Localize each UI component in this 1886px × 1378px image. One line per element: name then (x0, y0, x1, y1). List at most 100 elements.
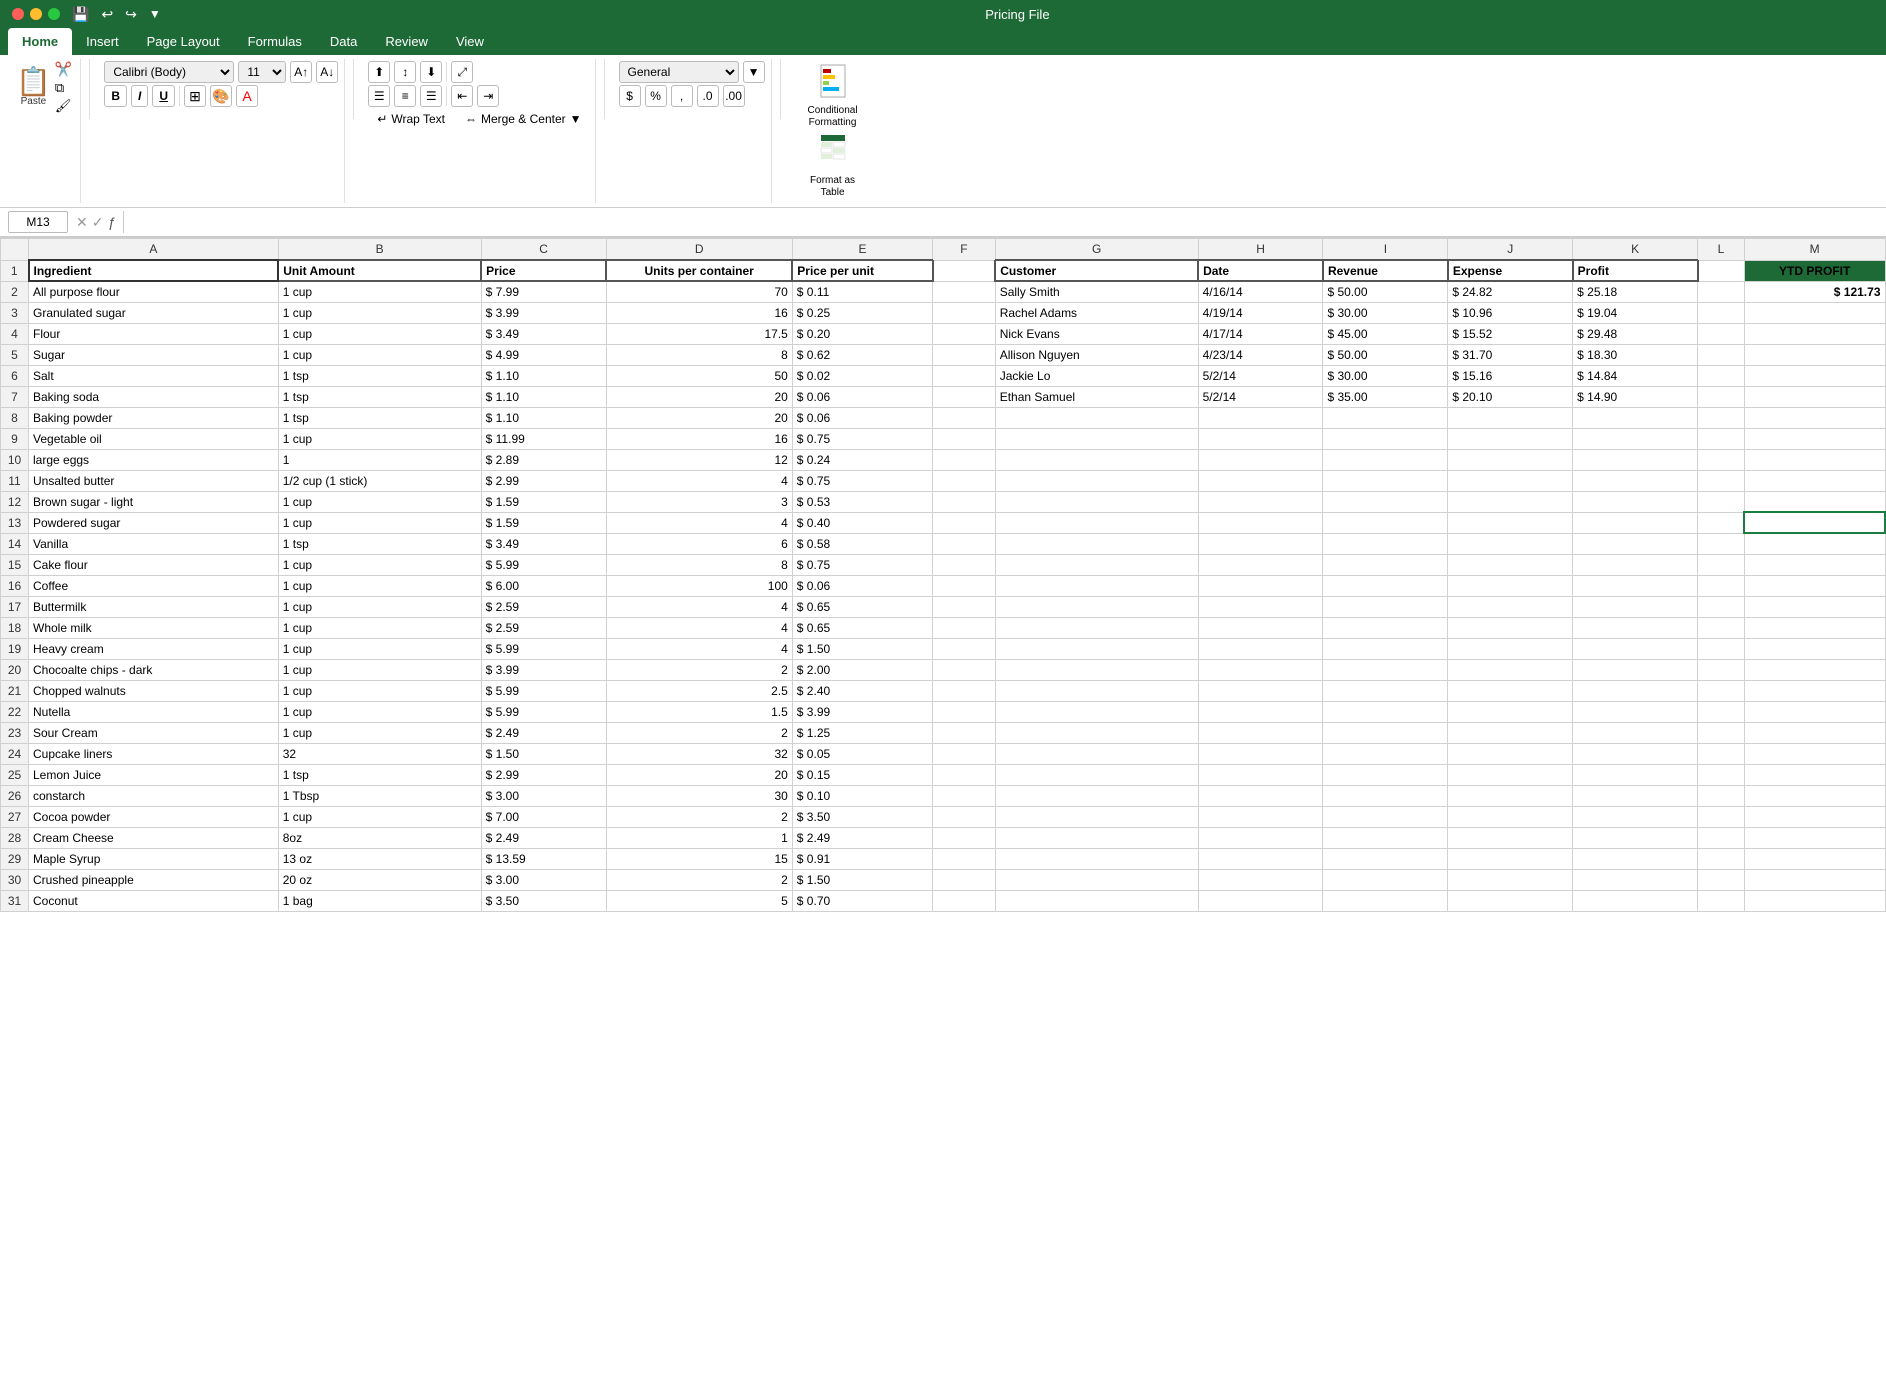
col-header-L[interactable]: L (1698, 239, 1745, 261)
cell-K30[interactable] (1573, 869, 1698, 890)
cell-F15[interactable] (933, 554, 995, 575)
cell-L13[interactable] (1698, 512, 1745, 533)
cell-I26[interactable] (1323, 785, 1448, 806)
cell-G28[interactable] (995, 827, 1198, 848)
cell-L3[interactable] (1698, 302, 1745, 323)
cell-B7[interactable]: 1 tsp (278, 386, 481, 407)
cell-J12[interactable] (1448, 491, 1573, 512)
cell-L24[interactable] (1698, 743, 1745, 764)
cell-I11[interactable] (1323, 470, 1448, 491)
cell-J19[interactable] (1448, 638, 1573, 659)
cell-B5[interactable]: 1 cup (278, 344, 481, 365)
format-as-table-inner[interactable]: Format as Table (797, 131, 869, 201)
cell-I29[interactable] (1323, 848, 1448, 869)
cell-C24[interactable]: $ 1.50 (481, 743, 606, 764)
cell-M10[interactable] (1744, 449, 1885, 470)
cell-J30[interactable] (1448, 869, 1573, 890)
cell-C17[interactable]: $ 2.59 (481, 596, 606, 617)
cell-D20[interactable]: 2 (606, 659, 792, 680)
col-header-E[interactable]: E (792, 239, 932, 261)
cell-J16[interactable] (1448, 575, 1573, 596)
cell-L25[interactable] (1698, 764, 1745, 785)
cell-J24[interactable] (1448, 743, 1573, 764)
cell-H5[interactable]: 4/23/14 (1198, 344, 1323, 365)
cell-D26[interactable]: 30 (606, 785, 792, 806)
cell-M21[interactable] (1744, 680, 1885, 701)
cell-I15[interactable] (1323, 554, 1448, 575)
cell-D8[interactable]: 20 (606, 407, 792, 428)
cell-B22[interactable]: 1 cup (278, 701, 481, 722)
cell-K9[interactable] (1573, 428, 1698, 449)
cell-L20[interactable] (1698, 659, 1745, 680)
cell-B23[interactable]: 1 cup (278, 722, 481, 743)
cell-A10[interactable]: large eggs (29, 449, 279, 470)
minimize-button[interactable] (30, 8, 42, 20)
cell-C6[interactable]: $ 1.10 (481, 365, 606, 386)
cell-F3[interactable] (933, 302, 995, 323)
cell-M30[interactable] (1744, 869, 1885, 890)
cell-J14[interactable] (1448, 533, 1573, 554)
cell-G2[interactable]: Sally Smith (995, 281, 1198, 302)
cell-D24[interactable]: 32 (606, 743, 792, 764)
cell-F4[interactable] (933, 323, 995, 344)
cell-B14[interactable]: 1 tsp (278, 533, 481, 554)
cell-F8[interactable] (933, 407, 995, 428)
cell-B9[interactable]: 1 cup (278, 428, 481, 449)
close-button[interactable] (12, 8, 24, 20)
cell-K12[interactable] (1573, 491, 1698, 512)
cell-F19[interactable] (933, 638, 995, 659)
cell-B4[interactable]: 1 cup (278, 323, 481, 344)
cell-I14[interactable] (1323, 533, 1448, 554)
cell-A6[interactable]: Salt (29, 365, 279, 386)
traffic-lights[interactable] (12, 8, 60, 20)
cell-L21[interactable] (1698, 680, 1745, 701)
cell-G22[interactable] (995, 701, 1198, 722)
cell-M19[interactable] (1744, 638, 1885, 659)
cell-D31[interactable]: 5 (606, 890, 792, 911)
tab-view[interactable]: View (442, 28, 498, 55)
decrease-font-button[interactable]: A↓ (316, 61, 338, 83)
cell-K31[interactable] (1573, 890, 1698, 911)
number-format-select[interactable]: General (619, 61, 739, 83)
cell-F12[interactable] (933, 491, 995, 512)
col-header-B[interactable]: B (278, 239, 481, 261)
cell-E10[interactable]: $ 0.24 (792, 449, 932, 470)
cell-C15[interactable]: $ 5.99 (481, 554, 606, 575)
cell-L26[interactable] (1698, 785, 1745, 806)
toolbar-icon-undo[interactable]: ↩ (101, 6, 113, 23)
cell-A30[interactable]: Crushed pineapple (29, 869, 279, 890)
cut-button[interactable]: ✂️ (55, 61, 72, 78)
cell-C10[interactable]: $ 2.89 (481, 449, 606, 470)
cell-B6[interactable]: 1 tsp (278, 365, 481, 386)
cell-H6[interactable]: 5/2/14 (1198, 365, 1323, 386)
cell-G19[interactable] (995, 638, 1198, 659)
cell-G16[interactable] (995, 575, 1198, 596)
cell-J4[interactable]: $ 15.52 (1448, 323, 1573, 344)
cell-K22[interactable] (1573, 701, 1698, 722)
cell-K23[interactable] (1573, 722, 1698, 743)
cell-H26[interactable] (1198, 785, 1323, 806)
decrease-decimal-button[interactable]: .0 (697, 85, 719, 107)
cell-K28[interactable] (1573, 827, 1698, 848)
cell-D6[interactable]: 50 (606, 365, 792, 386)
bold-button[interactable]: B (104, 85, 127, 107)
cell-D11[interactable]: 4 (606, 470, 792, 491)
cell-A1[interactable]: Ingredient (29, 260, 279, 281)
number-format-dropdown[interactable]: ▼ (743, 61, 765, 83)
cell-M25[interactable] (1744, 764, 1885, 785)
cell-C18[interactable]: $ 2.59 (481, 617, 606, 638)
cell-H7[interactable]: 5/2/14 (1198, 386, 1323, 407)
cell-G7[interactable]: Ethan Samuel (995, 386, 1198, 407)
col-header-A[interactable]: A (29, 239, 279, 261)
cell-G24[interactable] (995, 743, 1198, 764)
tab-data[interactable]: Data (316, 28, 371, 55)
cell-G5[interactable]: Allison Nguyen (995, 344, 1198, 365)
cell-E26[interactable]: $ 0.10 (792, 785, 932, 806)
cell-J27[interactable] (1448, 806, 1573, 827)
cell-F24[interactable] (933, 743, 995, 764)
increase-decimal-button[interactable]: .00 (723, 85, 745, 107)
cell-K14[interactable] (1573, 533, 1698, 554)
cell-E23[interactable]: $ 1.25 (792, 722, 932, 743)
cell-A28[interactable]: Cream Cheese (29, 827, 279, 848)
col-header-C[interactable]: C (481, 239, 606, 261)
